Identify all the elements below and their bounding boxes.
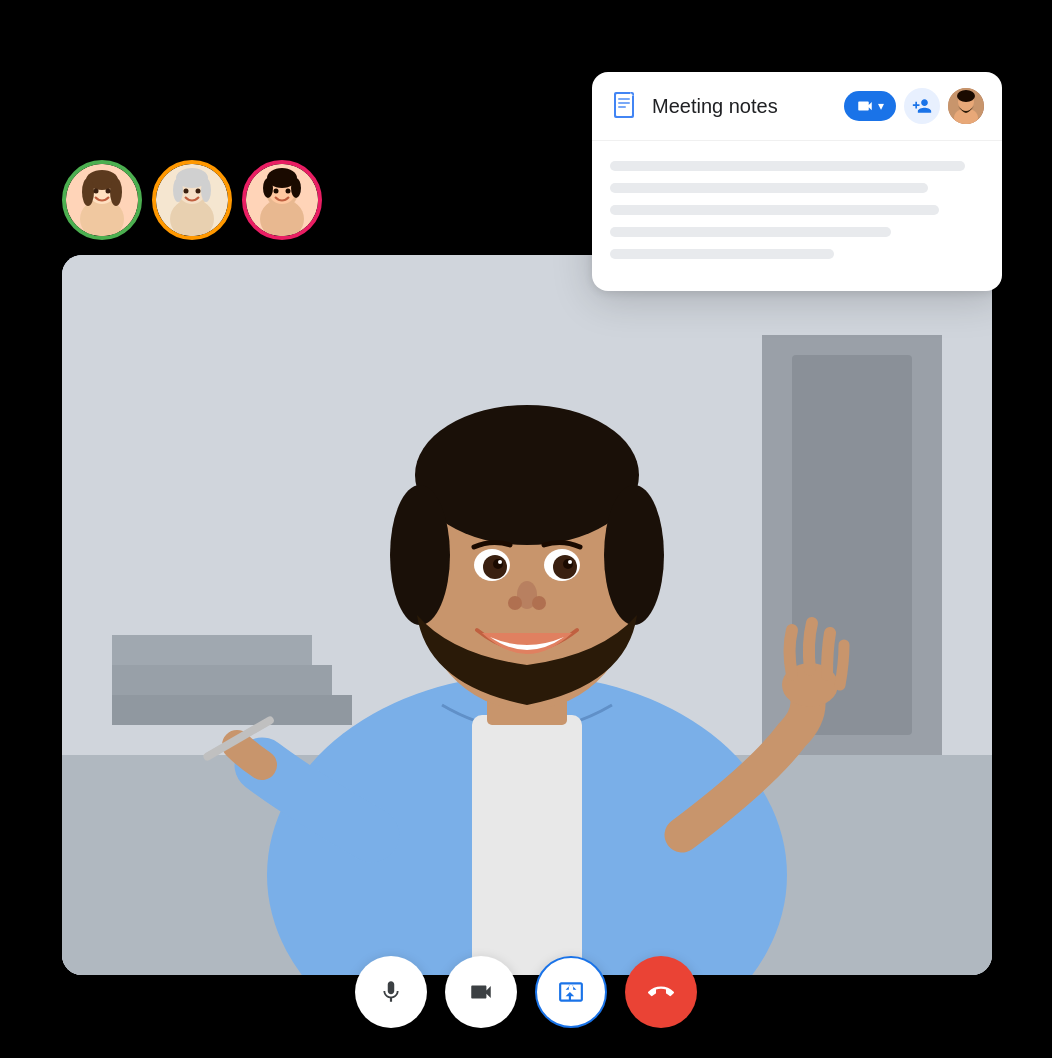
panel-content xyxy=(592,141,1002,291)
avatar-face-1 xyxy=(66,164,138,236)
svg-rect-57 xyxy=(618,98,630,100)
video-background xyxy=(62,255,992,975)
content-line-3 xyxy=(610,205,939,215)
scene: Meeting notes ▾ xyxy=(0,0,1052,1058)
svg-point-6 xyxy=(110,178,122,206)
svg-point-14 xyxy=(173,178,183,202)
content-line-4 xyxy=(610,227,891,237)
svg-rect-56 xyxy=(616,94,632,116)
avatar-face-2 xyxy=(156,164,228,236)
svg-point-41 xyxy=(604,485,664,625)
svg-rect-58 xyxy=(618,102,630,104)
svg-rect-36 xyxy=(472,715,582,975)
microphone-button[interactable] xyxy=(355,956,427,1028)
present-icon xyxy=(558,979,584,1005)
content-line-5 xyxy=(610,249,834,259)
video-btn-dropdown-icon: ▾ xyxy=(878,99,884,113)
svg-point-47 xyxy=(563,559,573,569)
panel-title: Meeting notes xyxy=(652,95,834,118)
participant-avatar-3[interactable] xyxy=(242,160,322,240)
docs-icon xyxy=(610,90,642,122)
svg-point-16 xyxy=(184,189,189,194)
svg-point-25 xyxy=(274,189,279,194)
svg-rect-59 xyxy=(618,106,626,108)
camera-icon xyxy=(468,979,494,1005)
svg-point-15 xyxy=(201,178,211,202)
svg-rect-32 xyxy=(112,635,312,665)
svg-point-63 xyxy=(957,90,975,102)
svg-point-51 xyxy=(508,596,522,610)
content-line-1 xyxy=(610,161,965,171)
present-button[interactable] xyxy=(535,956,607,1028)
participant-avatar-1[interactable] xyxy=(62,160,142,240)
participant-avatars xyxy=(62,160,322,240)
svg-point-8 xyxy=(106,189,111,194)
svg-point-39 xyxy=(415,405,639,545)
svg-rect-34 xyxy=(112,695,352,725)
svg-point-17 xyxy=(196,189,201,194)
svg-rect-33 xyxy=(112,665,332,695)
add-person-button[interactable] xyxy=(904,88,940,124)
svg-point-40 xyxy=(390,485,450,625)
panel-header: Meeting notes ▾ xyxy=(592,72,1002,141)
svg-point-5 xyxy=(82,178,94,206)
meeting-notes-panel: Meeting notes ▾ xyxy=(592,72,1002,291)
user-avatar-inner xyxy=(948,88,984,124)
svg-point-24 xyxy=(291,178,301,198)
content-line-2 xyxy=(610,183,928,193)
svg-point-52 xyxy=(532,596,546,610)
participant-avatar-2[interactable] xyxy=(152,160,232,240)
svg-point-23 xyxy=(263,178,273,198)
user-avatar-button[interactable] xyxy=(948,88,984,124)
videocam-icon xyxy=(856,97,874,115)
mic-icon xyxy=(378,979,404,1005)
svg-point-49 xyxy=(568,560,572,564)
call-end-icon xyxy=(648,979,674,1005)
end-call-button[interactable] xyxy=(625,956,697,1028)
svg-point-26 xyxy=(286,189,291,194)
video-call-button[interactable]: ▾ xyxy=(844,91,896,121)
avatar-face-3 xyxy=(246,164,318,236)
video-container xyxy=(62,255,992,975)
svg-point-7 xyxy=(94,189,99,194)
camera-button[interactable] xyxy=(445,956,517,1028)
svg-point-48 xyxy=(498,560,502,564)
control-bar xyxy=(355,956,697,1028)
panel-actions: ▾ xyxy=(844,88,984,124)
person-add-icon xyxy=(912,96,932,116)
svg-point-46 xyxy=(493,559,503,569)
